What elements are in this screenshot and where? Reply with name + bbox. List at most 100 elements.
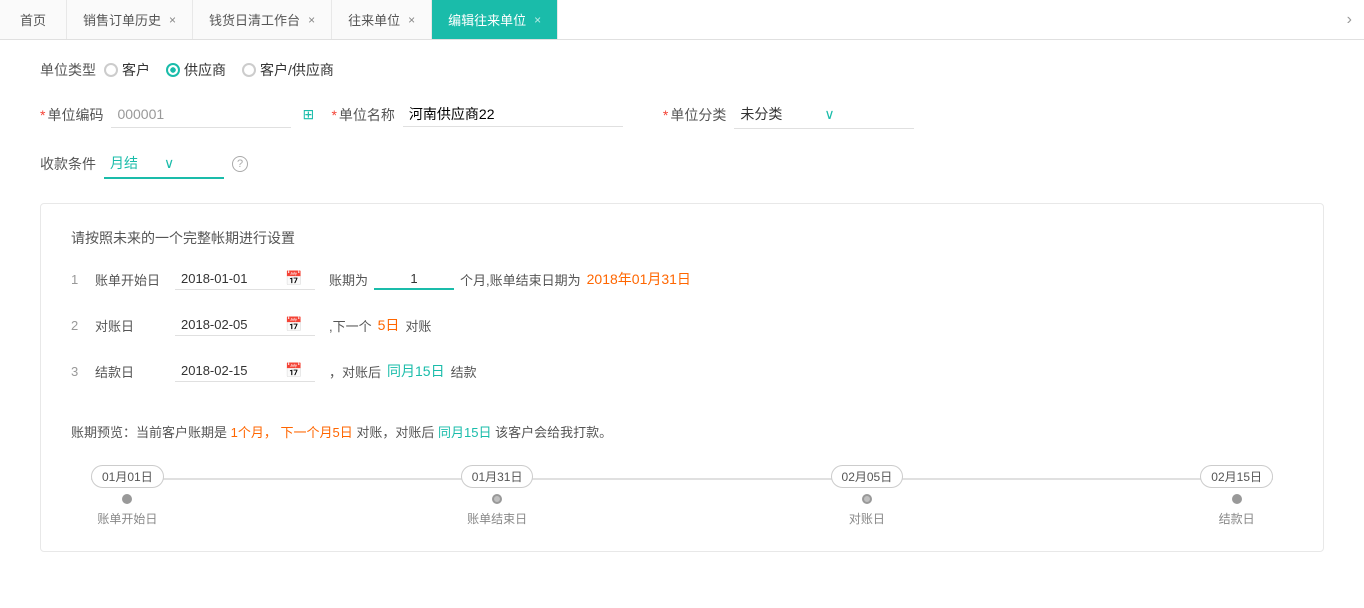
unit-category-label: 单位分类 — [670, 105, 726, 125]
tl-connector-2 — [533, 478, 830, 480]
settings-title: 请按照未来的一个完整帐期进行设置 — [71, 228, 1293, 248]
preview-teal: 同月15日 — [438, 425, 491, 440]
unit-category-group: * 单位分类 未分类 ∨ — [663, 100, 914, 129]
step-1-label: 账单开始日 — [95, 270, 175, 289]
unit-code-label: 单位编码 — [47, 105, 103, 125]
tab-edit-unit[interactable]: 编辑往来单位 × — [432, 0, 558, 39]
tl-dot-1 — [492, 494, 502, 504]
required-star-name: * — [331, 107, 336, 123]
tl-badge-0: 01月01日 — [91, 465, 164, 488]
tl-connector-1 — [164, 478, 461, 480]
unit-name-group: * 单位名称 — [331, 102, 622, 127]
tl-label-2: 对账日 — [849, 510, 885, 527]
step-1-desc-prefix: 账期为 — [329, 270, 368, 289]
step-1-num: 1 — [71, 272, 95, 287]
tl-dot-0 — [122, 494, 132, 504]
preview-end: 该客户会给我打款。 — [495, 425, 612, 440]
unit-category-select[interactable]: 未分类 ∨ — [734, 100, 914, 129]
unit-name-label: 单位名称 — [339, 105, 395, 125]
tl-label-0: 账单开始日 — [97, 510, 157, 527]
tl-connector-3 — [903, 478, 1200, 480]
tl-label-1: 账单结束日 — [467, 510, 527, 527]
step-1-desc-suffix: 个月,账单结束日期为 — [460, 270, 581, 289]
preview-label: 账期预览：当前客户账期是 — [71, 425, 227, 440]
step-3-label: 结款日 — [95, 362, 175, 381]
step-1-row: 1 账单开始日 📅 账期为 个月,账单结束日期为 2018年01月31日 — [71, 268, 1293, 290]
step-3-highlight: 同月15日 — [387, 361, 445, 381]
step-2-date-wrap: 📅 — [175, 314, 315, 336]
step-2-desc-prefix: ,下一个 — [329, 316, 372, 335]
step-3-date-input[interactable] — [181, 363, 281, 378]
step-2-row: 2 对账日 📅 ,下一个 5日 对账 — [71, 314, 1293, 336]
tl-dot-2 — [862, 494, 872, 504]
preview-text: 账期预览：当前客户账期是 1个月， 下一个月5日 对账，对账后 同月15日 该客… — [71, 422, 1293, 441]
tab-bar: 首页 销售订单历史 × 钱货日清工作台 × 往来单位 × 编辑往来单位 × › — [0, 0, 1364, 40]
radio-customer[interactable]: 客户 — [104, 60, 150, 80]
radio-both[interactable]: 客户/供应商 — [242, 60, 334, 80]
step-3-cal-icon[interactable]: 📅 — [285, 362, 302, 379]
category-chevron-icon: ∨ — [824, 106, 908, 123]
tl-label-3: 结款日 — [1219, 510, 1255, 527]
tab-home[interactable]: 首页 — [0, 0, 67, 39]
required-star-category: * — [663, 107, 668, 123]
tl-dot-3 — [1232, 494, 1242, 504]
preview-2-orange: 下一个月5日 — [281, 425, 353, 440]
step-3-desc-prefix: ，对账后 — [329, 362, 381, 381]
step-2-label: 对账日 — [95, 316, 175, 335]
unit-code-input[interactable] — [117, 106, 298, 122]
tab-sales-history[interactable]: 销售订单历史 × — [67, 0, 193, 39]
unit-type-label: 单位类型 — [40, 60, 96, 80]
radio-supplier[interactable]: 供应商 — [166, 60, 226, 80]
step-1-highlight: 2018年01月31日 — [587, 269, 691, 289]
step-3-row: 3 结款日 📅 ，对账后 同月15日 结款 — [71, 360, 1293, 382]
tl-badge-1: 01月31日 — [461, 465, 534, 488]
tl-badge-3: 02月15日 — [1200, 465, 1273, 488]
unit-name-input[interactable] — [403, 102, 623, 127]
step-2-cal-icon[interactable]: 📅 — [285, 316, 302, 333]
step-2-date-input[interactable] — [181, 317, 281, 332]
step-3-date-wrap: 📅 — [175, 360, 315, 382]
close-tab-edit-unit[interactable]: × — [534, 13, 541, 27]
preview-section: 账期预览：当前客户账期是 1个月， 下一个月5日 对账，对账后 同月15日 该客… — [71, 406, 1293, 527]
tab-units[interactable]: 往来单位 × — [332, 0, 432, 39]
unit-fields-row: * 单位编码 ⊞ * 单位名称 * 单位分类 未分类 ∨ — [40, 100, 1324, 129]
step-2-num: 2 — [71, 318, 95, 333]
main-content: 单位类型 客户 供应商 客户/供应商 * 单位编码 ⊞ — [0, 40, 1364, 608]
payment-condition-select[interactable]: 月结 ∨ — [104, 149, 224, 179]
required-star-code: * — [40, 107, 45, 123]
timeline-point-0: 01月01日 账单开始日 — [91, 465, 164, 527]
unit-type-row: 单位类型 客户 供应商 客户/供应商 — [40, 60, 1324, 80]
unit-code-input-wrap: ⊞ — [111, 102, 291, 128]
timeline: 01月01日 账单开始日 01月31日 账单结束日 02月05日 — [71, 465, 1293, 527]
settings-box: 请按照未来的一个完整帐期进行设置 1 账单开始日 📅 账期为 个月,账单结束日期… — [40, 203, 1324, 552]
timeline-point-1: 01月31日 账单结束日 — [461, 465, 534, 527]
help-icon[interactable]: ? — [232, 156, 248, 172]
radio-circle-customer — [104, 63, 118, 77]
step-2-highlight: 5日 — [378, 315, 400, 335]
step-1-cal-icon[interactable]: 📅 — [285, 270, 302, 287]
tl-badge-2: 02月05日 — [831, 465, 904, 488]
period-input[interactable] — [374, 269, 454, 290]
timeline-items: 01月01日 账单开始日 01月31日 账单结束日 02月05日 — [91, 465, 1273, 527]
tab-more-button[interactable]: › — [1335, 11, 1364, 29]
radio-circle-supplier — [166, 63, 180, 77]
step-1-date-input[interactable] — [181, 271, 281, 286]
timeline-point-3: 02月15日 结款日 — [1200, 465, 1273, 527]
preview-middle: 对账，对账后 — [356, 425, 434, 440]
timeline-point-2: 02月05日 对账日 — [831, 465, 904, 527]
unit-code-group: * 单位编码 ⊞ — [40, 102, 291, 128]
radio-circle-both — [242, 63, 256, 77]
payment-condition-row: 收款条件 月结 ∨ ? — [40, 149, 1324, 179]
tab-cash-work[interactable]: 钱货日清工作台 × — [193, 0, 332, 39]
step-3-num: 3 — [71, 364, 95, 379]
payment-condition-label: 收款条件 — [40, 154, 96, 174]
step-3-desc-suffix: 结款 — [451, 362, 477, 381]
close-tab-sales[interactable]: × — [169, 13, 176, 27]
copy-icon[interactable]: ⊞ — [302, 106, 314, 123]
payment-chevron-icon: ∨ — [164, 155, 218, 172]
step-2-desc-suffix: 对账 — [405, 316, 431, 335]
close-tab-cash[interactable]: × — [308, 13, 315, 27]
radio-group-unit-type: 客户 供应商 客户/供应商 — [104, 60, 334, 80]
step-1-date-wrap: 📅 — [175, 268, 315, 290]
close-tab-units[interactable]: × — [408, 13, 415, 27]
